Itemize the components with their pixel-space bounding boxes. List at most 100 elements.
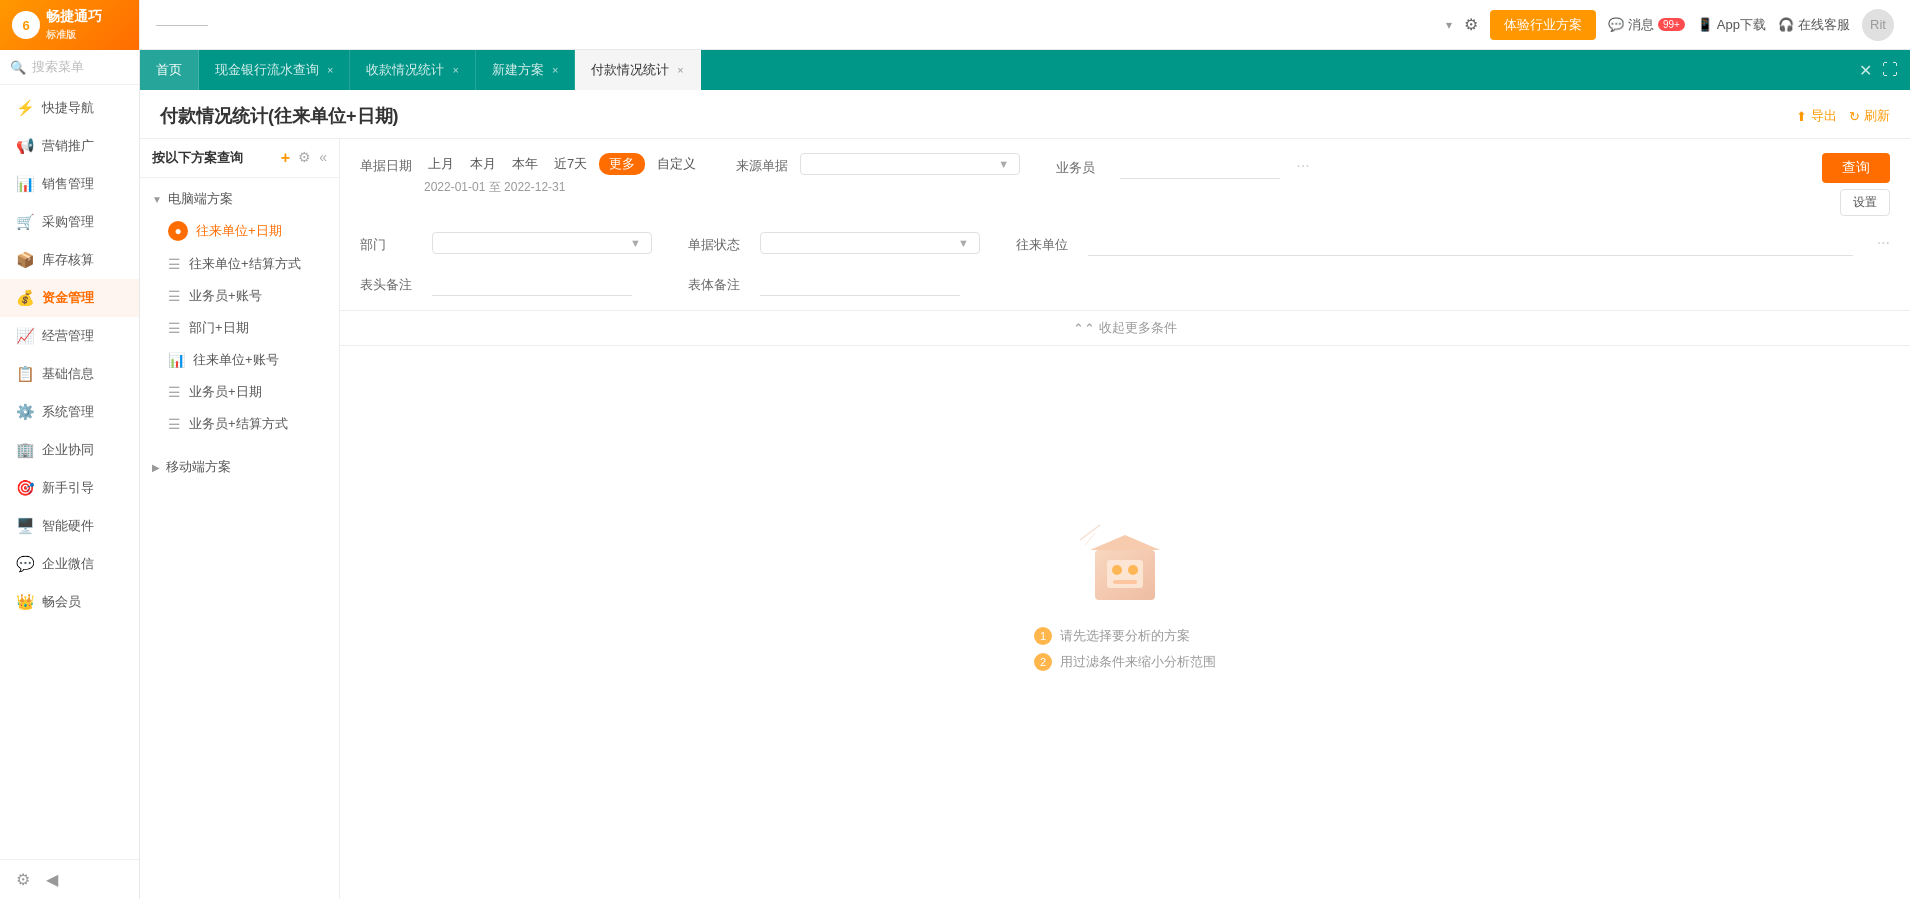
left-panel: 按以下方案查询 + ⚙ « ▼ 电脑端方案 ● 往来单位+日期 <box>140 139 340 899</box>
capital-icon: 💰 <box>16 289 34 307</box>
user-avatar[interactable]: Rit <box>1862 9 1894 41</box>
sidebar-item-capital[interactable]: 💰 资金管理 <box>0 279 139 317</box>
salesman-label: 业务员 <box>1056 155 1112 177</box>
sidebar-item-label: 营销推广 <box>42 137 94 155</box>
tab-home-label: 首页 <box>156 61 182 79</box>
tab-payment-stat-close[interactable]: × <box>677 64 683 76</box>
search-menu-bar[interactable]: 🔍 搜索菜单 <box>0 50 139 85</box>
salesman-input[interactable] <box>1120 153 1280 179</box>
scheme-item-staff-account[interactable]: ☰ 业务员+账号 <box>140 280 339 312</box>
sidebar-item-label: 销售管理 <box>42 175 94 193</box>
sidebar-item-purchase[interactable]: 🛒 采购管理 <box>0 203 139 241</box>
sidebar-item-operation[interactable]: 📈 经营管理 <box>0 317 139 355</box>
sidebar-collapse-icon[interactable]: ◀ <box>46 870 58 889</box>
tab-payment-stat[interactable]: 付款情况统计 × <box>575 50 700 90</box>
panel-collapse-icon[interactable]: « <box>319 149 327 167</box>
topbar: ———— ▾ ⚙ 体验行业方案 💬 消息 99+ 📱 App下载 🎧 在线客服 … <box>140 0 1910 50</box>
sidebar-item-quick-nav[interactable]: ⚡ 快捷导航 <box>0 89 139 127</box>
operation-icon: 📈 <box>16 327 34 345</box>
wechat-icon: 💬 <box>16 555 34 573</box>
scheme-item-label: 业务员+结算方式 <box>189 415 288 433</box>
date-option-7days[interactable]: 近7天 <box>550 153 591 175</box>
sidebar-item-enterprise[interactable]: 🏢 企业协同 <box>0 431 139 469</box>
date-filter-label: 单据日期 <box>360 153 416 175</box>
scheme-item-unit-settlement[interactable]: ☰ 往来单位+结算方式 <box>140 248 339 280</box>
sidebar-item-sales[interactable]: 📊 销售管理 <box>0 165 139 203</box>
sidebar-item-guide[interactable]: 🎯 新手引导 <box>0 469 139 507</box>
enterprise-icon: 🏢 <box>16 441 34 459</box>
filter-query-col: 查询 设置 <box>1822 153 1890 216</box>
tab-home[interactable]: 首页 <box>140 50 199 90</box>
pc-group-title[interactable]: ▼ 电脑端方案 <box>140 184 339 214</box>
message-badge: 99+ <box>1658 18 1685 31</box>
scheme-settings-icon[interactable]: ⚙ <box>298 149 311 167</box>
dept-select[interactable]: ▼ <box>432 232 652 254</box>
tab-new-scheme[interactable]: 新建方案 × <box>476 50 575 90</box>
table-head-note-input[interactable] <box>432 270 632 296</box>
sidebar-item-system[interactable]: ⚙️ 系统管理 <box>0 393 139 431</box>
refresh-btn[interactable]: ↻ 刷新 <box>1849 107 1890 125</box>
counterpart-input[interactable] <box>1088 230 1853 256</box>
topbar-dropdown-arrow[interactable]: ▾ <box>1446 18 1452 32</box>
sidebar-item-label: 企业微信 <box>42 555 94 573</box>
add-scheme-icon[interactable]: + <box>281 149 290 167</box>
hardware-icon: 🖥️ <box>16 517 34 535</box>
sidebar-item-member[interactable]: 👑 畅会员 <box>0 583 139 621</box>
online-service-btn[interactable]: 🎧 在线客服 <box>1778 16 1850 34</box>
sidebar-item-marketing[interactable]: 📢 营销推广 <box>0 127 139 165</box>
topbar-gear-icon[interactable]: ⚙ <box>1464 15 1478 34</box>
tabbar-right: ✕ ⛶ <box>1847 50 1910 90</box>
scheme-item-unit-date[interactable]: ● 往来单位+日期 <box>140 214 339 248</box>
source-bill-select[interactable]: ▼ <box>800 153 1020 175</box>
date-option-last-month[interactable]: 上月 <box>424 153 458 175</box>
tip-num-2: 2 <box>1034 653 1052 671</box>
message-label: 消息 <box>1628 16 1654 34</box>
app-name-wrap: 畅捷通巧 标准版 <box>46 8 102 42</box>
scheme-item-dept-date[interactable]: ☰ 部门+日期 <box>140 312 339 344</box>
salesman-dots[interactable]: ··· <box>1296 157 1309 175</box>
trial-btn[interactable]: 体验行业方案 <box>1490 10 1596 40</box>
empty-illustration <box>1075 515 1175 615</box>
member-icon: 👑 <box>16 593 34 611</box>
tabbar-close-all-icon[interactable]: ✕ <box>1859 61 1872 80</box>
collapse-more-btn[interactable]: ⌃⌃ 收起更多条件 <box>1073 319 1177 337</box>
sidebar-item-inventory[interactable]: 📦 库存核算 <box>0 241 139 279</box>
app-download-btn[interactable]: 📱 App下载 <box>1697 16 1766 34</box>
date-option-more[interactable]: 更多 <box>599 153 645 175</box>
sidebar-item-wechat[interactable]: 💬 企业微信 <box>0 545 139 583</box>
basic-icon: 📋 <box>16 365 34 383</box>
sidebar-item-hardware[interactable]: 🖥️ 智能硬件 <box>0 507 139 545</box>
tip-text-1: 请先选择要分析的方案 <box>1060 627 1190 645</box>
collapse-label: 收起更多条件 <box>1099 319 1177 337</box>
scheme-item-unit-account[interactable]: 📊 往来单位+账号 <box>140 344 339 376</box>
scheme-item-staff-date[interactable]: ☰ 业务员+日期 <box>140 376 339 408</box>
export-label: 导出 <box>1811 107 1837 125</box>
tab-collection-stat[interactable]: 收款情况统计 × <box>350 50 475 90</box>
left-panel-header: 按以下方案查询 + ⚙ « <box>140 139 339 178</box>
message-btn[interactable]: 💬 消息 99+ <box>1608 16 1685 34</box>
mobile-group-title[interactable]: ▶ 移动端方案 <box>140 452 339 482</box>
mobile-group-label: 移动端方案 <box>166 458 231 476</box>
tab-bank-flow[interactable]: 现金银行流水查询 × <box>199 50 350 90</box>
scheme-item-staff-settlement[interactable]: ☰ 业务员+结算方式 <box>140 408 339 440</box>
tabbar-expand-icon[interactable]: ⛶ <box>1882 61 1898 79</box>
table-body-note-input[interactable] <box>760 270 960 296</box>
sidebar-item-basic[interactable]: 📋 基础信息 <box>0 355 139 393</box>
counterpart-dots[interactable]: ··· <box>1877 234 1890 252</box>
date-option-custom[interactable]: 自定义 <box>653 153 700 175</box>
refresh-icon: ↻ <box>1849 109 1860 124</box>
tab-bank-flow-close[interactable]: × <box>327 64 333 76</box>
date-option-this-year[interactable]: 本年 <box>508 153 542 175</box>
export-btn[interactable]: ⬆ 导出 <box>1796 107 1837 125</box>
query-btn[interactable]: 查询 <box>1822 153 1890 183</box>
content-area: 付款情况统计(往来单位+日期) ⬆ 导出 ↻ 刷新 按以下方案查询 + <box>140 90 1910 899</box>
bill-status-select[interactable]: ▼ <box>760 232 980 254</box>
page-title: 付款情况统计(往来单位+日期) <box>160 104 399 128</box>
tab-collection-stat-close[interactable]: × <box>452 64 458 76</box>
sidebar-settings-icon[interactable]: ⚙ <box>16 870 30 889</box>
tab-collection-stat-label: 收款情况统计 <box>366 61 444 79</box>
mobile-group-arrow: ▶ <box>152 462 160 473</box>
tab-new-scheme-close[interactable]: × <box>552 64 558 76</box>
filter-settings-btn[interactable]: 设置 <box>1840 189 1890 216</box>
date-option-this-month[interactable]: 本月 <box>466 153 500 175</box>
